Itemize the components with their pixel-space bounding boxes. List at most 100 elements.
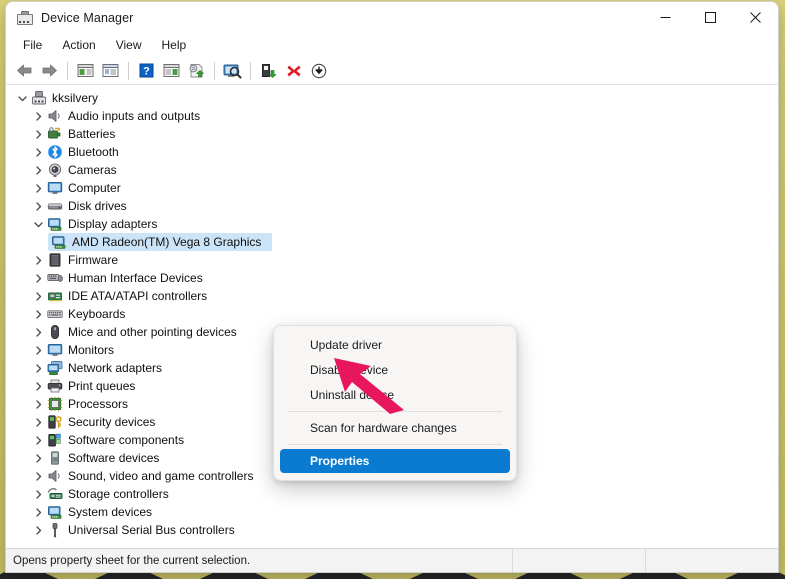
- tree-item-computer[interactable]: Computer: [6, 179, 778, 197]
- tree-item-display-adapters[interactable]: Display adapters: [6, 215, 778, 233]
- tree-item-firmware[interactable]: Firmware: [6, 251, 778, 269]
- back-arrow-icon[interactable]: [12, 59, 37, 82]
- chevron-right-icon[interactable]: [30, 292, 46, 301]
- chevron-right-icon[interactable]: [30, 400, 46, 409]
- close-button[interactable]: [733, 2, 778, 33]
- tree-item-label: Processors: [64, 397, 128, 411]
- menu-bar: File Action View Help: [6, 33, 778, 57]
- scan-for-hardware-changes-icon[interactable]: [220, 59, 245, 82]
- tree-item-label: Display adapters: [64, 217, 157, 231]
- context-menu-separator: [288, 444, 502, 445]
- context-menu-item-update-driver[interactable]: Update driver: [280, 333, 510, 357]
- chevron-right-icon[interactable]: [30, 364, 46, 373]
- uninstall-device-icon[interactable]: [306, 59, 331, 82]
- network-adapter-icon: [46, 360, 64, 376]
- chevron-right-icon[interactable]: [30, 148, 46, 157]
- tree-item-human-interface-devices[interactable]: Human Interface Devices: [6, 269, 778, 287]
- window-controls: [643, 2, 778, 33]
- update-driver-icon[interactable]: [184, 59, 209, 82]
- chevron-right-icon[interactable]: [30, 382, 46, 391]
- tree-item-root[interactable]: kksilvery: [6, 89, 778, 107]
- chevron-down-icon[interactable]: [30, 220, 46, 229]
- device-manager-icon: [16, 10, 32, 26]
- tree-item-label: Network adapters: [64, 361, 162, 375]
- tree-item-bluetooth[interactable]: Bluetooth: [6, 143, 778, 161]
- forward-arrow-icon[interactable]: [37, 59, 62, 82]
- chevron-right-icon[interactable]: [30, 310, 46, 319]
- monitor-icon: [46, 180, 64, 196]
- tree-item-label: IDE ATA/ATAPI controllers: [64, 289, 207, 303]
- maximize-button[interactable]: [688, 2, 733, 33]
- toolbar: ?: [6, 57, 778, 85]
- tree-item-label: Mice and other pointing devices: [64, 325, 237, 339]
- chevron-right-icon[interactable]: [30, 454, 46, 463]
- tree-item-label: Cameras: [64, 163, 117, 177]
- security-device-icon: [46, 414, 64, 430]
- chevron-right-icon[interactable]: [30, 130, 46, 139]
- chevron-right-icon[interactable]: [30, 328, 46, 337]
- context-menu-item-disable-device[interactable]: Disable device: [280, 358, 510, 382]
- title-bar[interactable]: Device Manager: [6, 2, 778, 33]
- tree-item-label: Batteries: [64, 127, 115, 141]
- tree-item-label: Monitors: [64, 343, 114, 357]
- help-icon[interactable]: ?: [134, 59, 159, 82]
- tree-item-audio-inputs-and-outputs[interactable]: Audio inputs and outputs: [6, 107, 778, 125]
- tree-item-label: kksilvery: [48, 91, 98, 105]
- context-menu-item-scan-for-hardware-changes[interactable]: Scan for hardware changes: [280, 416, 510, 440]
- keyboard-icon: [46, 306, 64, 322]
- tree-item-label: Disk drives: [64, 199, 127, 213]
- tree-item-label: AMD Radeon(TM) Vega 8 Graphics: [68, 235, 261, 249]
- tree-item-label: Storage controllers: [64, 487, 169, 501]
- tree-item-label: Audio inputs and outputs: [64, 109, 200, 123]
- battery-icon: [46, 126, 64, 142]
- toolbar-separator-1: [67, 62, 68, 80]
- device-tree[interactable]: kksilvery Audio inputs and outputs: [6, 85, 778, 548]
- tree-item-storage-controllers[interactable]: Storage controllers: [6, 485, 778, 503]
- tree-item-label: Sound, video and game controllers: [64, 469, 253, 483]
- tree-item-keyboards[interactable]: Keyboards: [6, 305, 778, 323]
- menu-view[interactable]: View: [107, 35, 151, 55]
- tree-item-ide-ata-atapi-controllers[interactable]: IDE ATA/ATAPI controllers: [6, 287, 778, 305]
- minimize-button[interactable]: [643, 2, 688, 33]
- toolbar-separator-2: [128, 62, 129, 80]
- menu-file[interactable]: File: [14, 35, 51, 55]
- tree-item-universal-serial-bus-controllers[interactable]: Universal Serial Bus controllers: [6, 521, 778, 539]
- chevron-right-icon[interactable]: [30, 526, 46, 535]
- usb-icon: [46, 522, 64, 538]
- toolbar-separator-3: [214, 62, 215, 80]
- enable-device-icon[interactable]: [256, 59, 281, 82]
- menu-action[interactable]: Action: [53, 35, 104, 55]
- tree-item-disk-drives[interactable]: Disk drives: [6, 197, 778, 215]
- chevron-right-icon[interactable]: [30, 256, 46, 265]
- menu-help[interactable]: Help: [153, 35, 196, 55]
- properties-icon[interactable]: [98, 59, 123, 82]
- context-menu-item-uninstall-device[interactable]: Uninstall device: [280, 383, 510, 407]
- chevron-right-icon[interactable]: [30, 184, 46, 193]
- chevron-right-icon[interactable]: [30, 202, 46, 211]
- context-menu-item-properties[interactable]: Properties: [280, 449, 510, 473]
- disable-device-icon[interactable]: [281, 59, 306, 82]
- tree-item-batteries[interactable]: Batteries: [6, 125, 778, 143]
- tree-item-label: Print queues: [64, 379, 135, 393]
- chevron-right-icon[interactable]: [30, 490, 46, 499]
- context-menu[interactable]: Update driver Disable device Uninstall d…: [273, 325, 517, 481]
- chevron-down-icon[interactable]: [14, 94, 30, 103]
- software-device-icon: [46, 450, 64, 466]
- chevron-right-icon[interactable]: [30, 166, 46, 175]
- tree-item-amd-radeon-vega-8[interactable]: AMD Radeon(TM) Vega 8 Graphics: [6, 233, 778, 251]
- chevron-right-icon[interactable]: [30, 274, 46, 283]
- tree-item-cameras[interactable]: Cameras: [6, 161, 778, 179]
- chevron-right-icon[interactable]: [30, 346, 46, 355]
- chevron-right-icon[interactable]: [30, 472, 46, 481]
- device-manager-window: Device Manager File Action View Help: [6, 2, 778, 572]
- chevron-right-icon[interactable]: [30, 112, 46, 121]
- show-hide-action-pane-icon[interactable]: [159, 59, 184, 82]
- tree-item-system-devices[interactable]: System devices: [6, 503, 778, 521]
- tree-item-label: Software devices: [64, 451, 159, 465]
- chevron-right-icon[interactable]: [30, 508, 46, 517]
- show-hide-console-tree-icon[interactable]: [73, 59, 98, 82]
- status-bar: Opens property sheet for the current sel…: [6, 548, 778, 572]
- chevron-right-icon[interactable]: [30, 436, 46, 445]
- display-adapter-icon: [46, 216, 64, 232]
- chevron-right-icon[interactable]: [30, 418, 46, 427]
